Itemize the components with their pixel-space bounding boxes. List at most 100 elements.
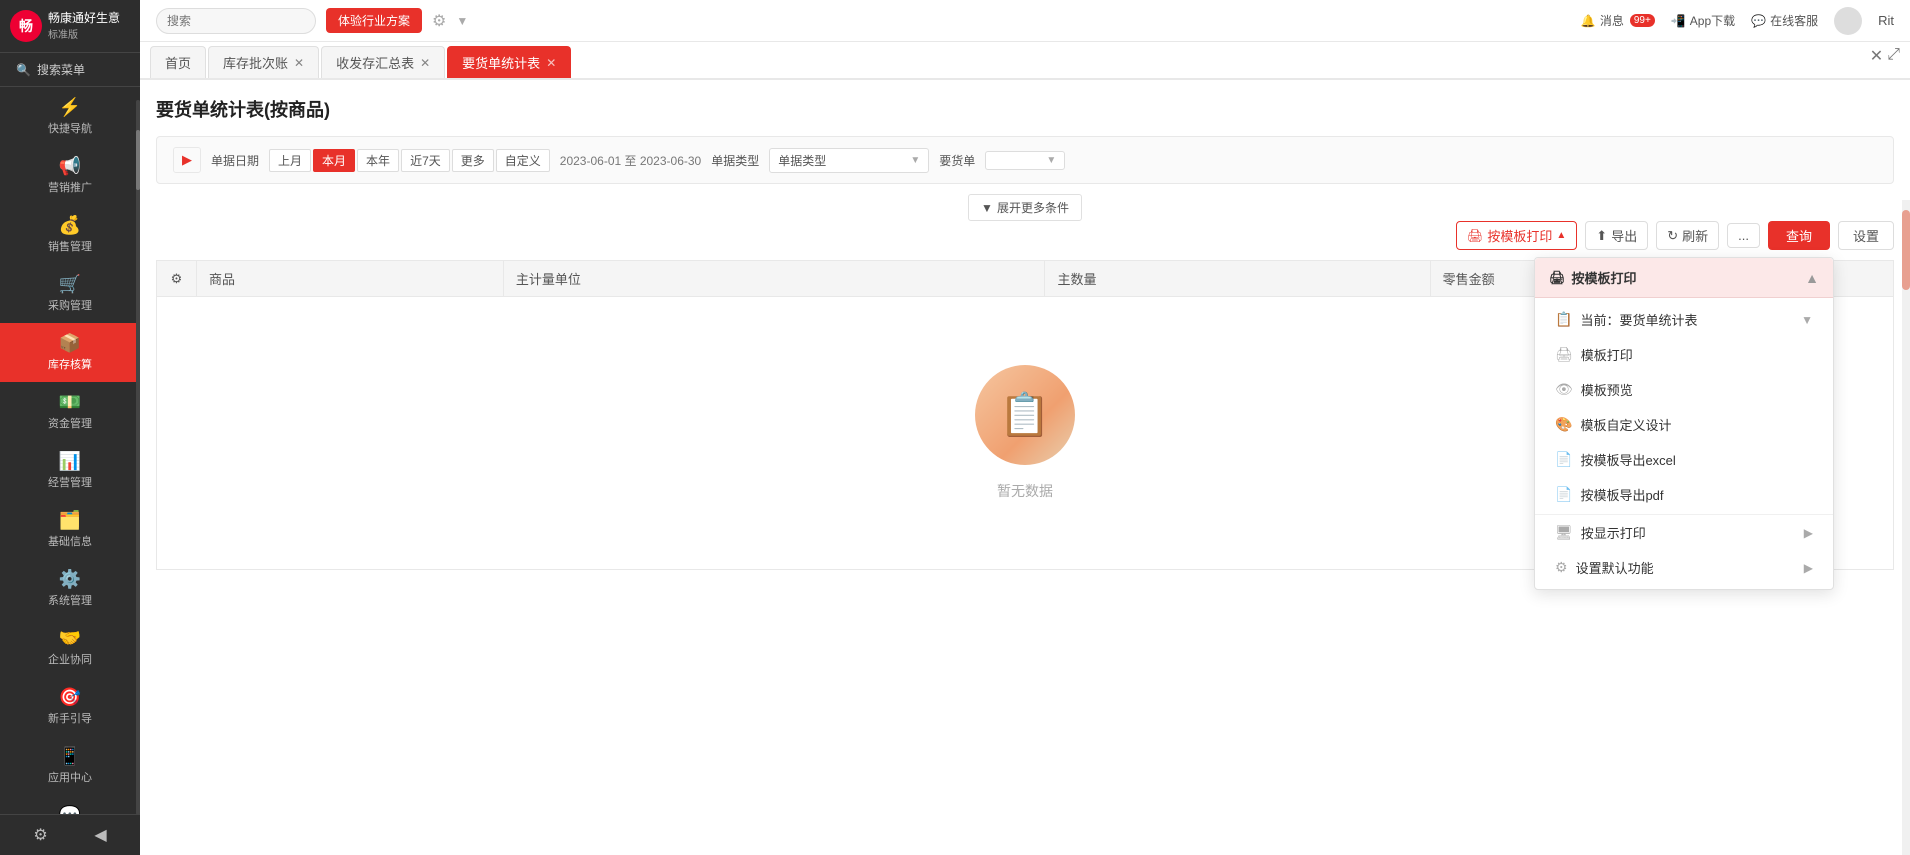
col-setting-icon[interactable]: ⚙	[171, 271, 183, 286]
expand-icon: ▼	[981, 201, 993, 215]
sidebar-item-kuaijie[interactable]: ⚡ 快捷导航	[0, 87, 140, 146]
tab-close-window-button[interactable]: ✕	[1870, 46, 1883, 66]
template-preview-icon: 👁	[1555, 381, 1573, 398]
empty-icon	[975, 365, 1075, 465]
date-range-display: 2023-06-01 至 2023-06-30	[560, 152, 701, 169]
template-custom-icon: 🎨	[1555, 416, 1572, 433]
setting-button[interactable]: 设置	[1838, 221, 1894, 250]
sidebar-item-label: 经营管理	[48, 474, 92, 490]
xinshou-icon: 🎯	[59, 687, 81, 708]
sidebar-item-xitong[interactable]: ⚙️ 系统管理	[0, 559, 140, 618]
current-template-label: 当前：要货单统计表	[1580, 310, 1697, 329]
tabs-bar: 首页 库存批次账 ✕ 收发存汇总表 ✕ 要货单统计表 ✕ ✕ ⤢	[140, 42, 1910, 80]
yaohuo-select[interactable]: ▼	[985, 151, 1065, 170]
bell-icon: 🔔	[1581, 14, 1596, 28]
dropdown-arrow-icon: ▼	[910, 155, 920, 166]
tab-close-icon[interactable]: ✕	[294, 56, 304, 70]
sidebar-item-label: 应用中心	[48, 769, 92, 785]
qiye-icon: 🤝	[59, 628, 81, 649]
user-avatar[interactable]	[1834, 7, 1862, 35]
sidebar-item-xiaoshou[interactable]: 💰 销售管理	[0, 205, 140, 264]
dropdown-arrow-icon: ▼	[456, 14, 468, 28]
notification-group[interactable]: 🔔 消息 99+	[1581, 12, 1655, 29]
sidebar-item-yingxiao[interactable]: 📢 营销推广	[0, 146, 140, 205]
date-tab-more[interactable]: 更多	[452, 149, 494, 172]
arrow-icon: ▶	[1804, 526, 1813, 540]
filter-row: 单据日期 上月 本月 本年 近7天 更多 自定义 2023-06-01 至 20…	[211, 148, 1877, 173]
print-dropdown-close-arrow[interactable]: ▲	[1805, 270, 1819, 286]
sidebar-item-zijin[interactable]: 💵 资金管理	[0, 382, 140, 441]
table-col-setting[interactable]: ⚙	[157, 261, 197, 297]
template-export-pdf-item[interactable]: 📄 按模板导出pdf	[1535, 477, 1833, 512]
sidebar-item-xinshou[interactable]: 🎯 新手引导	[0, 677, 140, 736]
tab-maximize-button[interactable]: ⤢	[1887, 46, 1900, 66]
tab-kucun-batch[interactable]: 库存批次账 ✕	[208, 46, 319, 78]
sidebar-nav: ⚡ 快捷导航 📢 营销推广 💰 销售管理 🛒 采购管理 📦 库存核算 💵 资金管…	[0, 87, 140, 814]
sidebar-item-label: 新手引导	[48, 710, 92, 726]
tab-home[interactable]: 首页	[150, 46, 206, 78]
template-custom-item[interactable]: 🎨 模板自定义设计	[1535, 407, 1833, 442]
refresh-button[interactable]: ↻ 刷新	[1656, 221, 1719, 250]
tab-close-icon[interactable]: ✕	[420, 56, 430, 70]
app-download-group[interactable]: 📲 App下载	[1671, 12, 1735, 29]
date-tab-this-month[interactable]: 本月	[313, 149, 355, 172]
settings-bottom-button[interactable]: ⚙	[33, 825, 47, 845]
type-select[interactable]: 单据类型 ▼	[769, 148, 929, 173]
date-tab-last-month[interactable]: 上月	[269, 149, 311, 172]
main-content: 体验行业方案 ⚙ ▼ 🔔 消息 99+ 📲 App下载 💬 在线客服 Rit	[140, 0, 1910, 855]
export-icon: ⬆	[1596, 228, 1607, 244]
export-pdf-label: 按模板导出pdf	[1580, 485, 1663, 504]
template-print-label: 模板打印	[1581, 345, 1633, 364]
current-template-item[interactable]: 📋 当前：要货单统计表 ▼	[1535, 302, 1833, 337]
promo-button[interactable]: 体验行业方案	[326, 8, 422, 33]
sidebar-item-label: 营销推广	[48, 179, 92, 195]
export-pdf-icon: 📄	[1555, 486, 1572, 503]
template-print-item[interactable]: 🖨 模板打印	[1535, 337, 1833, 372]
more-button[interactable]: ...	[1727, 223, 1760, 248]
sidebar-item-caigou[interactable]: 🛒 采购管理	[0, 264, 140, 323]
type-label: 单据类型	[711, 152, 759, 169]
default-func-item[interactable]: ⚙ 设置默认功能 ▶	[1535, 550, 1833, 585]
tab-resize-buttons: ✕ ⤢	[1870, 46, 1900, 66]
online-service-group[interactable]: 💬 在线客服	[1751, 12, 1818, 29]
template-export-excel-item[interactable]: 📄 按模板导出excel	[1535, 442, 1833, 477]
right-scrollbar[interactable]	[1902, 200, 1910, 855]
template-preview-item[interactable]: 👁 模板预览	[1535, 372, 1833, 407]
sidebar-item-label: 快捷导航	[48, 120, 92, 136]
sidebar-item-qiye[interactable]: 🤝 企业协同	[0, 618, 140, 677]
table-col-quantity: 主数量	[1045, 261, 1430, 297]
sidebar-item-yingyong[interactable]: 📱 应用中心	[0, 736, 140, 795]
export-excel-icon: 📄	[1555, 451, 1572, 468]
search-input[interactable]	[156, 8, 316, 34]
online-service-label: 在线客服	[1770, 12, 1818, 29]
expand-more-button[interactable]: ▼ 展开更多条件	[968, 194, 1082, 221]
tab-yaohuo[interactable]: 要货单统计表 ✕	[447, 46, 571, 78]
tab-label: 库存批次账	[223, 53, 288, 72]
print-header-label: 按模板打印	[1572, 268, 1637, 287]
tab-label: 收发存汇总表	[336, 53, 414, 72]
gear-icon[interactable]: ⚙	[432, 11, 446, 31]
sidebar-item-weixin[interactable]: 💬 企业微信	[0, 795, 140, 814]
date-tab-this-year[interactable]: 本年	[357, 149, 399, 172]
print-submenu-section: 🖥 按显示打印 ▶ ⚙ 设置默认功能 ▶	[1535, 514, 1833, 585]
tab-shoufazong[interactable]: 收发存汇总表 ✕	[321, 46, 445, 78]
display-print-item[interactable]: 🖥 按显示打印 ▶	[1535, 515, 1833, 550]
caigou-icon: 🛒	[59, 274, 81, 295]
collapse-sidebar-button[interactable]: ◀	[94, 825, 106, 845]
date-tab-custom[interactable]: 自定义	[496, 149, 550, 172]
empty-text: 暂无数据	[997, 481, 1053, 501]
download-icon: 📲	[1671, 14, 1686, 28]
sidebar-item-jingying[interactable]: 📊 经营管理	[0, 441, 140, 500]
sidebar-search[interactable]: 🔍 搜索菜单	[0, 53, 140, 87]
right-scrollbar-thumb[interactable]	[1902, 210, 1910, 290]
sidebar-item-jichu[interactable]: 🗂️ 基础信息	[0, 500, 140, 559]
toolbar-right: 🖨 按模板打印 ▲ ⬆ 导出 ↻ 刷新 ... 查询 设置	[1456, 221, 1894, 250]
date-tab-7days[interactable]: 近7天	[401, 149, 450, 172]
sidebar-item-kucun[interactable]: 📦 库存核算	[0, 323, 140, 382]
tab-close-icon[interactable]: ✕	[546, 56, 556, 70]
print-template-button[interactable]: 🖨 按模板打印 ▲	[1456, 221, 1577, 250]
query-button[interactable]: 查询	[1768, 221, 1830, 250]
filter-expand-button[interactable]: ▶	[173, 147, 201, 173]
type-select-value: 单据类型	[778, 152, 826, 169]
export-button[interactable]: ⬆ 导出	[1585, 221, 1648, 250]
